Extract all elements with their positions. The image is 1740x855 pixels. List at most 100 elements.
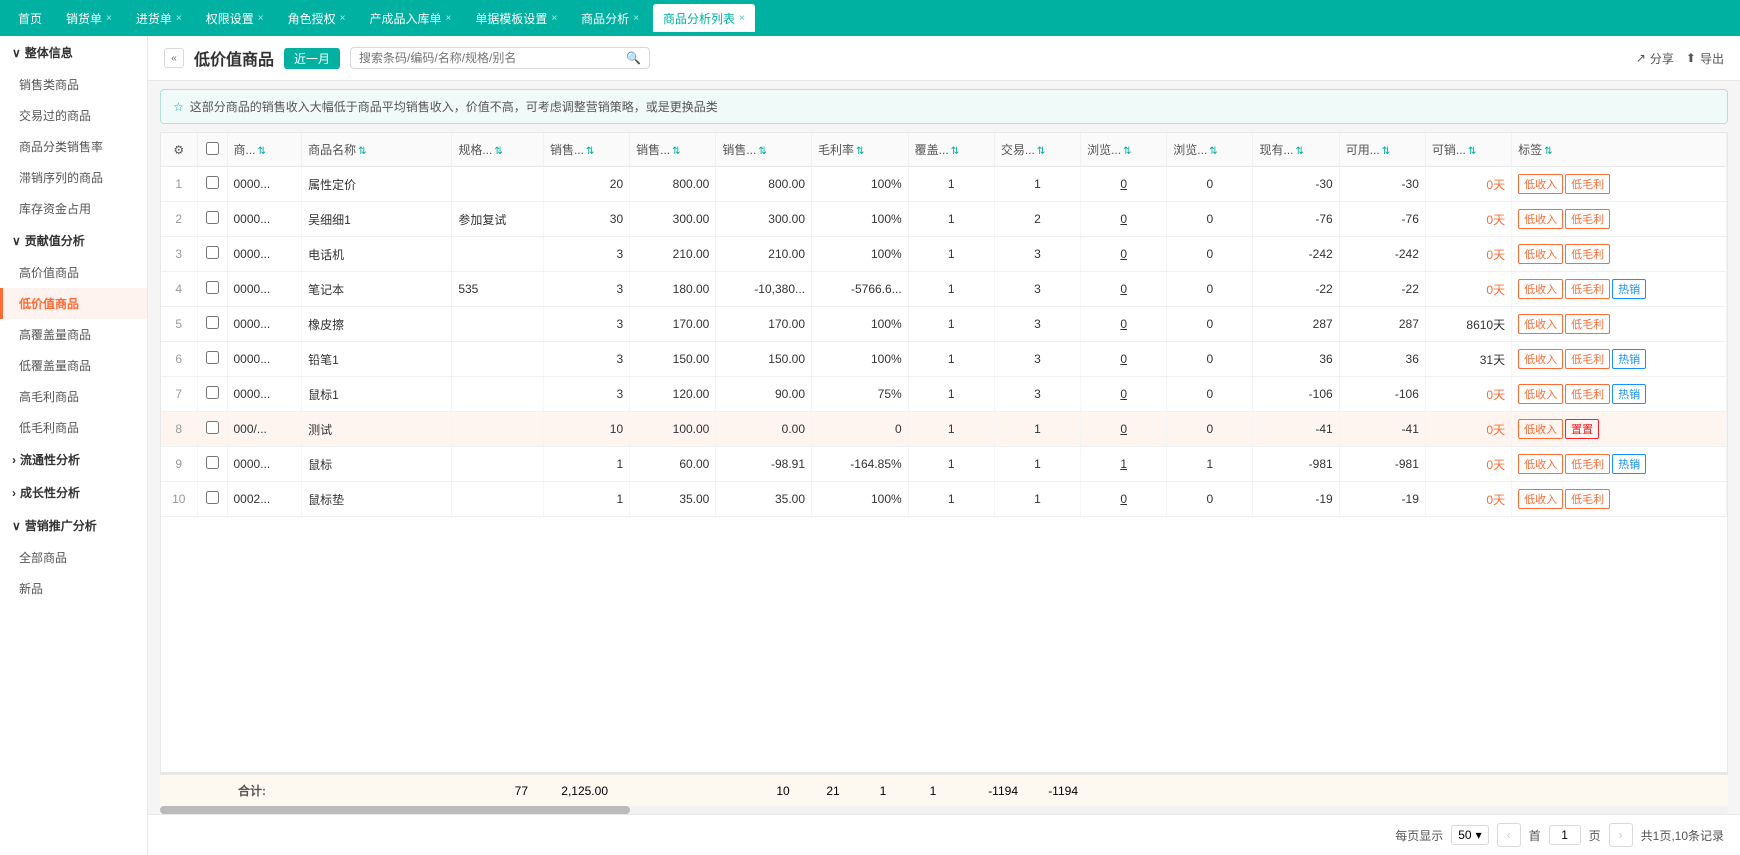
row-checkbox[interactable] — [206, 386, 219, 399]
browse2-col-header[interactable]: 浏览...⇅ — [1167, 133, 1253, 167]
row-checkbox-cell[interactable] — [197, 307, 227, 342]
select-all-checkbox[interactable] — [206, 142, 219, 155]
nav-purchase-close[interactable]: × — [176, 13, 182, 24]
next-page-icon: › — [1619, 828, 1623, 842]
browse1-value[interactable]: 0 — [1120, 387, 1127, 401]
page-number-input[interactable] — [1549, 825, 1581, 845]
sidebar-item-high-value[interactable]: 高价值商品 — [0, 257, 147, 288]
row-checkbox-cell[interactable] — [197, 202, 227, 237]
sale-amt-col-header[interactable]: 销售...⇅ — [630, 133, 716, 167]
row-checkbox[interactable] — [206, 246, 219, 259]
browse1-col-header[interactable]: 浏览...⇅ — [1081, 133, 1167, 167]
nav-production-close[interactable]: × — [445, 13, 451, 24]
row-checkbox[interactable] — [206, 211, 219, 224]
sidebar-item-low-coverage[interactable]: 低覆盖量商品 — [0, 350, 147, 381]
saleable-col-header[interactable]: 可销...⇅ — [1425, 133, 1511, 167]
browse1-value[interactable]: 0 — [1120, 282, 1127, 296]
tags-col-header[interactable]: 标签⇅ — [1512, 133, 1727, 167]
nav-product-analysis-close[interactable]: × — [633, 13, 639, 24]
row-checkbox-cell[interactable] — [197, 342, 227, 377]
row-checkbox[interactable] — [206, 491, 219, 504]
row-tags: 低收入低毛利 — [1512, 202, 1727, 237]
sidebar-item-category-sales-rate[interactable]: 商品分类销售率 — [0, 131, 147, 162]
sidebar-item-low-value[interactable]: 低价值商品 — [0, 288, 147, 319]
sidebar-collapse-button[interactable]: « — [164, 48, 184, 68]
nav-permissions-close[interactable]: × — [258, 13, 264, 24]
browse1-value[interactable]: 1 — [1120, 457, 1127, 471]
browse1-value[interactable]: 0 — [1120, 317, 1127, 331]
sidebar-group-growth[interactable]: › 成长性分析 — [0, 476, 147, 509]
nav-purchase[interactable]: 进货单 × — [126, 4, 192, 32]
row-checkbox[interactable] — [206, 456, 219, 469]
row-checkbox[interactable] — [206, 421, 219, 434]
transaction-col-header[interactable]: 交易...⇅ — [994, 133, 1080, 167]
nav-roles[interactable]: 角色授权 × — [278, 4, 356, 32]
sale-qty-col-header[interactable]: 销售...⇅ — [543, 133, 629, 167]
browse1-value[interactable]: 0 — [1120, 212, 1127, 226]
nav-sales-close[interactable]: × — [106, 13, 112, 24]
search-input[interactable] — [359, 51, 622, 65]
nav-product-analysis-list-close[interactable]: × — [739, 13, 745, 24]
row-checkbox[interactable] — [206, 176, 219, 189]
coverage-col-header[interactable]: 覆盖...⇅ — [908, 133, 994, 167]
row-checkbox-cell[interactable] — [197, 412, 227, 447]
browse1-value[interactable]: 0 — [1120, 422, 1127, 436]
nav-roles-close[interactable]: × — [340, 13, 346, 24]
nav-production[interactable]: 产成品入库单 × — [359, 4, 461, 32]
sidebar-item-all-products[interactable]: 全部商品 — [0, 542, 147, 573]
settings-col-header[interactable]: ⚙ — [161, 133, 197, 167]
search-icon[interactable]: 🔍 — [626, 51, 641, 65]
table-wrapper[interactable]: ⚙ 商...⇅ 商品名称⇅ 规格...⇅ 销售...⇅ 销售...⇅ 销售...… — [160, 132, 1728, 773]
horizontal-scrollbar[interactable] — [160, 806, 1728, 814]
checkbox-col-header[interactable] — [197, 133, 227, 167]
spec-col-header[interactable]: 规格...⇅ — [452, 133, 544, 167]
sale-amt2-col-header[interactable]: 销售...⇅ — [716, 133, 812, 167]
row-checkbox[interactable] — [206, 281, 219, 294]
browse1-value[interactable]: 0 — [1120, 177, 1127, 191]
nav-template-close[interactable]: × — [551, 13, 557, 24]
browse1-value[interactable]: 0 — [1120, 247, 1127, 261]
nav-product-analysis-list[interactable]: 商品分析列表 × — [653, 4, 755, 32]
sidebar-item-high-coverage[interactable]: 高覆盖量商品 — [0, 319, 147, 350]
share-button[interactable]: ↗ 分享 — [1636, 50, 1674, 67]
sidebar-item-inventory-capital[interactable]: 库存资金占用 — [0, 193, 147, 224]
sidebar-item-sales-products[interactable]: 销售类商品 — [0, 69, 147, 100]
row-checkbox[interactable] — [206, 316, 219, 329]
row-checkbox-cell[interactable] — [197, 482, 227, 517]
next-page-button[interactable]: › — [1609, 823, 1633, 847]
row-checkbox-cell[interactable] — [197, 167, 227, 202]
sidebar-group-circulation[interactable]: › 流通性分析 — [0, 443, 147, 476]
nav-permissions[interactable]: 权限设置 × — [196, 4, 274, 32]
browse1-value[interactable]: 0 — [1120, 352, 1127, 366]
row-checkbox-cell[interactable] — [197, 272, 227, 307]
export-button[interactable]: ⬆ 导出 — [1686, 50, 1724, 67]
name-col-header[interactable]: 商品名称⇅ — [302, 133, 452, 167]
row-checkbox[interactable] — [206, 351, 219, 364]
current-col-header[interactable]: 现有...⇅ — [1253, 133, 1339, 167]
nav-home[interactable]: 首页 — [8, 4, 52, 32]
nav-product-analysis[interactable]: 商品分析 × — [571, 4, 649, 32]
sidebar-item-new-products[interactable]: 新品 — [0, 573, 147, 604]
first-page-button[interactable]: ‹ — [1497, 823, 1521, 847]
row-checkbox-cell[interactable] — [197, 237, 227, 272]
tag-热销: 热销 — [1612, 454, 1646, 474]
sidebar-item-high-margin[interactable]: 高毛利商品 — [0, 381, 147, 412]
code-col-header[interactable]: 商...⇅ — [227, 133, 302, 167]
browse1-value[interactable]: 0 — [1120, 492, 1127, 506]
sidebar-item-traded-products[interactable]: 交易过的商品 — [0, 100, 147, 131]
gross-rate-col-header[interactable]: 毛利率⇅ — [812, 133, 909, 167]
page-size-select[interactable]: 50 ▾ — [1451, 825, 1488, 845]
row-checkbox-cell[interactable] — [197, 377, 227, 412]
available-col-header[interactable]: 可用...⇅ — [1339, 133, 1425, 167]
time-filter-button[interactable]: 近一月 — [284, 48, 340, 69]
sidebar-group-marketing[interactable]: ∨ 营销推广分析 — [0, 509, 147, 542]
sidebar-group-contribution[interactable]: ∨ 贡献值分析 — [0, 224, 147, 257]
row-checkbox-cell[interactable] — [197, 447, 227, 482]
sidebar-group-overall[interactable]: ∨ 整体信息 — [0, 36, 147, 69]
nav-sales[interactable]: 销货单 × — [56, 4, 122, 32]
nav-template[interactable]: 单据模板设置 × — [465, 4, 567, 32]
row-transaction: 1 — [994, 447, 1080, 482]
row-browse1: 0 — [1081, 377, 1167, 412]
sidebar-item-slow-products[interactable]: 滞销序列的商品 — [0, 162, 147, 193]
sidebar-item-low-margin[interactable]: 低毛利商品 — [0, 412, 147, 443]
